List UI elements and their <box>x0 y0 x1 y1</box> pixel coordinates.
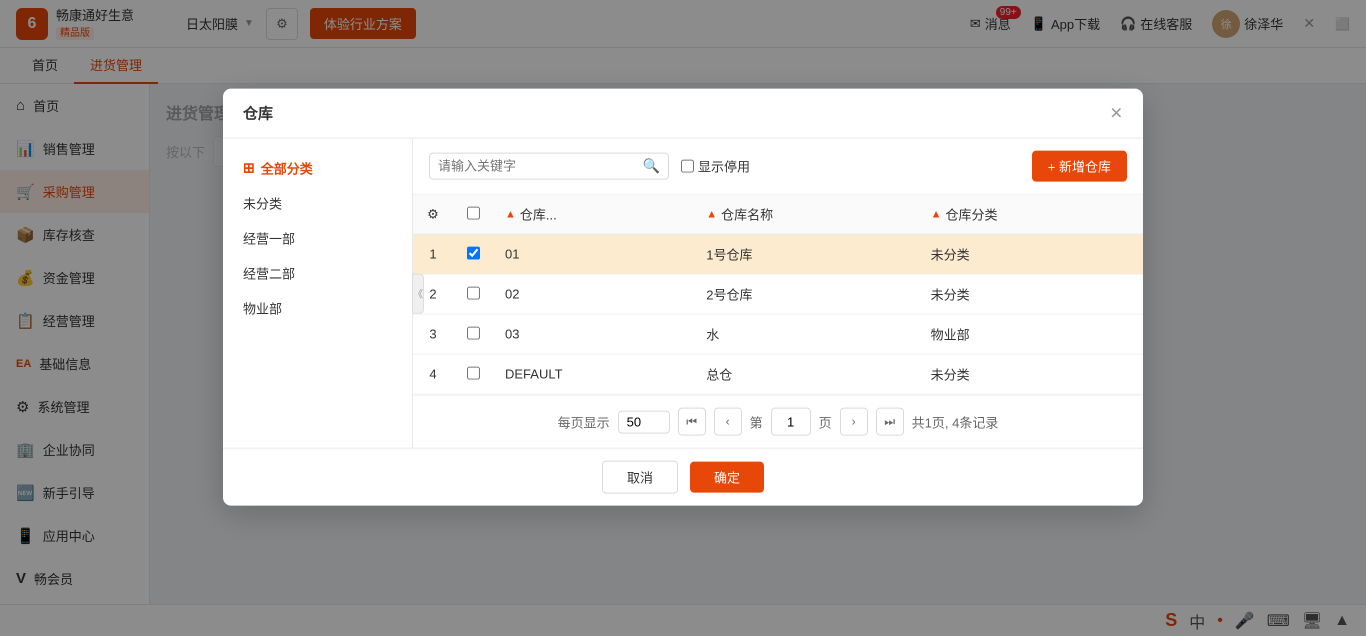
warehouse-modal: 仓库 ✕ ⊞ 全部分类 未分类 经营一部 经营二部 物业部 《 <box>223 89 1143 506</box>
row-code: 03 <box>493 314 694 354</box>
table-row[interactable]: 1 01 1号仓库 未分类 <box>413 234 1143 274</box>
col-gear: ⚙ <box>413 195 453 235</box>
confirm-button[interactable]: 确定 <box>690 462 764 493</box>
col-code-header: ▲ 仓库... <box>493 195 694 235</box>
table-row[interactable]: 3 03 水 物业部 <box>413 314 1143 354</box>
first-page-icon: ⏮ <box>686 414 697 429</box>
modal-title: 仓库 <box>243 103 273 124</box>
search-input[interactable] <box>438 159 643 174</box>
row-seq: 1 <box>413 234 453 274</box>
row-name: 水 <box>694 314 918 354</box>
page-number-input[interactable] <box>771 408 811 436</box>
category-ops2-label: 经营二部 <box>243 264 295 283</box>
modal-body: ⊞ 全部分类 未分类 经营一部 经营二部 物业部 《 <box>223 139 1143 448</box>
sort-icon-name: ▲ <box>706 208 717 220</box>
show-disabled-label: 显示停用 <box>698 157 750 176</box>
show-disabled-checkbox[interactable] <box>681 160 694 173</box>
row-seq: 3 <box>413 314 453 354</box>
show-disabled-checkbox-label[interactable]: 显示停用 <box>681 157 750 176</box>
modal-close-button[interactable]: ✕ <box>1110 103 1123 123</box>
col-code-label: 仓库... <box>520 205 557 224</box>
warehouse-table: ⚙ ▲ 仓库... <box>413 195 1143 395</box>
next-page-icon: › <box>852 415 856 429</box>
col-category-label: 仓库分类 <box>946 205 998 224</box>
page-suffix: 页 <box>819 412 832 431</box>
row-code: 02 <box>493 274 694 314</box>
grid-icon: ⊞ <box>243 160 255 177</box>
col-category-header: ▲ 仓库分类 <box>919 195 1143 235</box>
category-property-label: 物业部 <box>243 299 282 318</box>
row-code: DEFAULT <box>493 354 694 394</box>
row-name: 2号仓库 <box>694 274 918 314</box>
modal-toolbar: 🔍 显示停用 + 新增仓库 <box>413 139 1143 195</box>
col-name-header: ▲ 仓库名称 <box>694 195 918 235</box>
category-unclassified-label: 未分类 <box>243 194 282 213</box>
category-all[interactable]: ⊞ 全部分类 <box>223 151 412 186</box>
gear-header-icon: ⚙ <box>427 206 439 221</box>
row-checkbox[interactable] <box>467 366 480 379</box>
collapse-icon: 《 <box>413 286 423 301</box>
select-all-checkbox[interactable] <box>467 206 480 219</box>
total-info: 共1页, 4条记录 <box>912 412 999 431</box>
row-category: 未分类 <box>919 274 1143 314</box>
prev-page-button[interactable]: ‹ <box>714 408 742 436</box>
category-collapse-button[interactable]: 《 <box>412 273 424 313</box>
cancel-button[interactable]: 取消 <box>602 461 678 494</box>
row-name: 总仓 <box>694 354 918 394</box>
row-category: 未分类 <box>919 234 1143 274</box>
category-ops1[interactable]: 经营一部 <box>223 221 412 256</box>
table-header-row: ⚙ ▲ 仓库... <box>413 195 1143 235</box>
sort-icon-category: ▲ <box>931 208 942 220</box>
prev-page-icon: ‹ <box>726 415 730 429</box>
row-code: 01 <box>493 234 694 274</box>
modal-footer: 取消 确定 <box>223 448 1143 506</box>
last-page-button[interactable]: ⏭ <box>876 408 904 436</box>
category-unclassified[interactable]: 未分类 <box>223 186 412 221</box>
first-page-button[interactable]: ⏮ <box>678 408 706 436</box>
row-seq: 4 <box>413 354 453 394</box>
page-label: 第 <box>750 412 763 431</box>
modal-header: 仓库 ✕ <box>223 89 1143 139</box>
col-name-label: 仓库名称 <box>721 205 773 224</box>
category-ops1-label: 经营一部 <box>243 229 295 248</box>
modal-main-content: 🔍 显示停用 + 新增仓库 ⚙ <box>413 139 1143 448</box>
sort-icon-code: ▲ <box>505 208 516 220</box>
row-checkbox[interactable] <box>467 326 480 339</box>
pagination: 每页显示 20 50 100 ⏮ ‹ 第 页 › <box>413 395 1143 448</box>
add-warehouse-button[interactable]: + 新增仓库 <box>1032 151 1127 182</box>
col-checkbox <box>453 195 493 235</box>
next-page-button[interactable]: › <box>840 408 868 436</box>
row-category: 未分类 <box>919 354 1143 394</box>
search-icon[interactable]: 🔍 <box>643 158 660 175</box>
table-row[interactable]: 4 DEFAULT 总仓 未分类 <box>413 354 1143 394</box>
row-checkbox[interactable] <box>467 286 480 299</box>
last-page-icon: ⏭ <box>884 414 895 429</box>
row-category: 物业部 <box>919 314 1143 354</box>
category-sidebar: ⊞ 全部分类 未分类 经营一部 经营二部 物业部 《 <box>223 139 413 448</box>
category-property[interactable]: 物业部 <box>223 291 412 326</box>
per-page-select[interactable]: 20 50 100 <box>618 410 670 433</box>
table-row[interactable]: 2 02 2号仓库 未分类 <box>413 274 1143 314</box>
category-ops2[interactable]: 经营二部 <box>223 256 412 291</box>
row-name: 1号仓库 <box>694 234 918 274</box>
per-page-label: 每页显示 <box>558 412 610 431</box>
row-checkbox[interactable] <box>467 246 480 259</box>
search-box: 🔍 <box>429 153 669 180</box>
category-all-label: 全部分类 <box>261 159 313 178</box>
warehouse-table-wrap: ⚙ ▲ 仓库... <box>413 195 1143 395</box>
